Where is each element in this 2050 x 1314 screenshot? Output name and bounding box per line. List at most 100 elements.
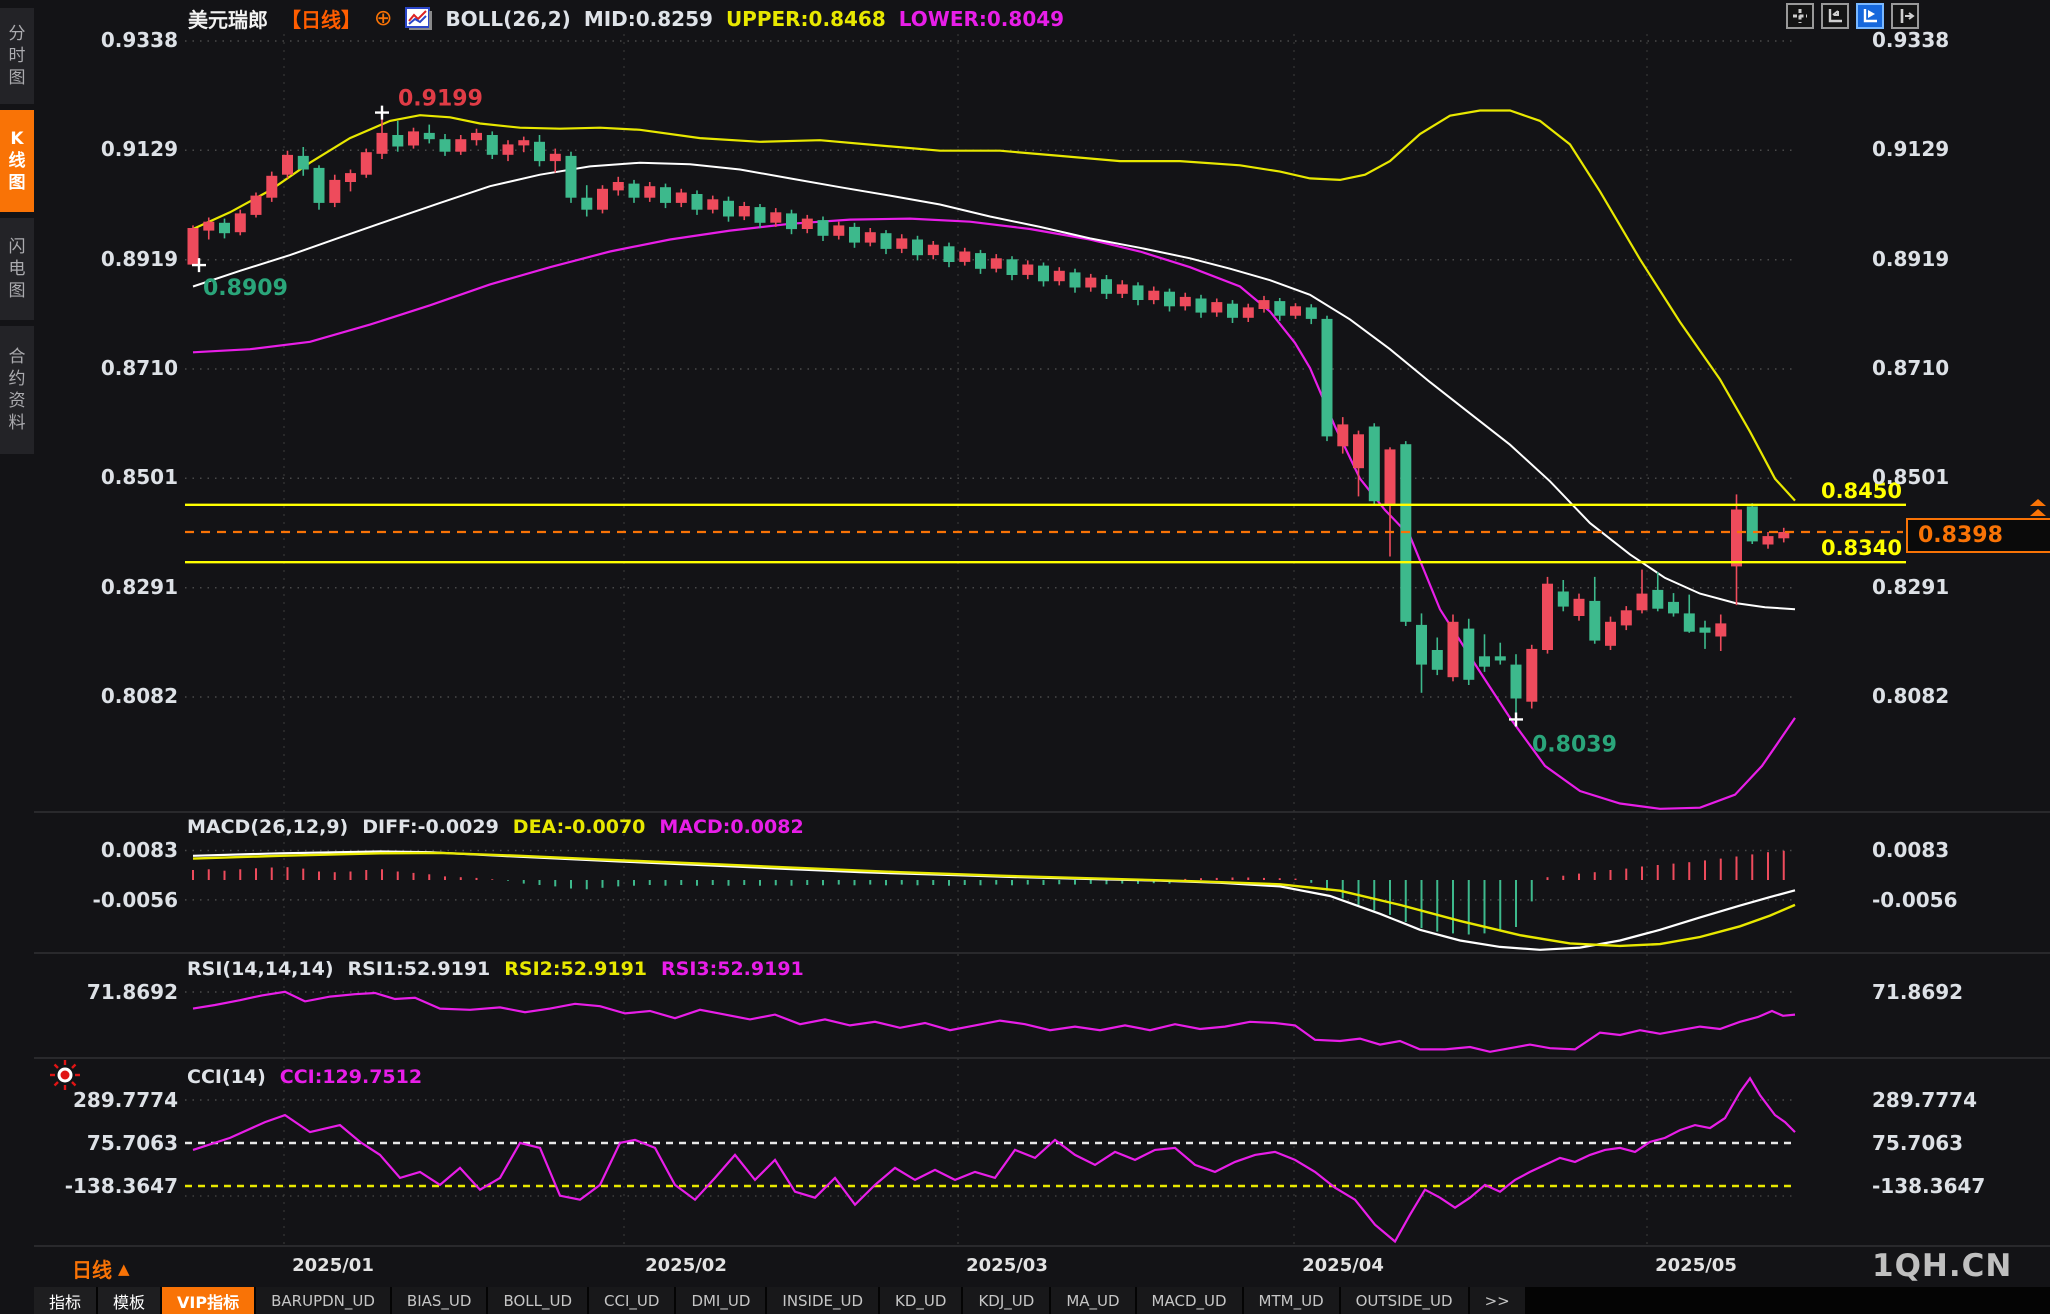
x-axis-month-label: 2025/03 xyxy=(966,1255,1048,1276)
candle-body xyxy=(1101,279,1112,294)
tab-outside_ud[interactable]: OUTSIDE_UD xyxy=(1340,1287,1468,1314)
candle-body xyxy=(1274,301,1286,316)
candle-body xyxy=(1431,650,1443,670)
candle-body xyxy=(833,225,845,236)
tab-kdj_ud[interactable]: KDJ_UD xyxy=(963,1287,1050,1314)
tab-kd_ud[interactable]: KD_UD xyxy=(880,1287,962,1314)
candle-body xyxy=(1227,303,1238,318)
sidebar-item-2[interactable]: K线图 xyxy=(0,110,34,212)
candle-body xyxy=(1242,307,1254,318)
triangle-up-icon: ▲ xyxy=(118,1259,130,1278)
kline-chart-icon[interactable] xyxy=(405,7,433,30)
price-line-label: 0.8340 xyxy=(1821,536,1902,560)
candle-body xyxy=(250,195,262,215)
period-selector[interactable]: 日线 ▲ xyxy=(72,1254,130,1283)
candle-body xyxy=(1038,265,1049,282)
symbol-name: 美元瑞郎 xyxy=(188,8,268,32)
rsi-title[interactable]: RSI(14,14,14) xyxy=(187,958,334,980)
candle-body xyxy=(660,187,671,203)
tab-boll_ud[interactable]: BOLL_UD xyxy=(488,1287,588,1314)
x-axis-month-label: 2025/01 xyxy=(292,1255,374,1276)
price-axis-label-right: 0.8501 xyxy=(1872,465,1950,489)
tab-inside_ud[interactable]: INSIDE_UD xyxy=(767,1287,879,1314)
macd-dea-value: DEA:-0.0070 xyxy=(512,816,646,838)
candle-body xyxy=(1557,591,1569,607)
macd-axis-label-left: -0.0056 xyxy=(92,888,178,912)
axis-play-icon[interactable] xyxy=(1856,3,1884,29)
candle-body xyxy=(1605,621,1616,646)
rsi-header: RSI(14,14,14) RSI1:52.9191 RSI2:52.9191 … xyxy=(187,958,804,980)
candle-body xyxy=(927,244,939,256)
price-axis-label-left: 0.8082 xyxy=(100,684,178,708)
rsi2-value: RSI2:52.9191 xyxy=(504,958,648,980)
candle-body xyxy=(1211,302,1223,313)
chart-canvas[interactable]: 0.84500.83400.91990.89090.8039 xyxy=(0,0,2050,1314)
candle-body xyxy=(1542,583,1553,650)
candle-body xyxy=(644,186,656,198)
candle-body xyxy=(880,233,892,249)
candle-body xyxy=(1258,300,1270,309)
candle-body xyxy=(1069,272,1081,288)
candle-body xyxy=(1053,270,1065,282)
sidebar-item-1[interactable]: 分时图 xyxy=(0,8,34,104)
tab-macd_ud[interactable]: MACD_UD xyxy=(1136,1287,1242,1314)
tab-vip[interactable]: VIP指标 xyxy=(162,1287,255,1314)
tab-mtm_ud[interactable]: MTM_UD xyxy=(1243,1287,1339,1314)
move-tool-icon[interactable] xyxy=(1786,3,1814,29)
tab-[interactable]: 模板 xyxy=(98,1287,161,1314)
tab-ma_ud[interactable]: MA_UD xyxy=(1051,1287,1135,1314)
price-axis-label-left: 0.8919 xyxy=(100,247,178,271)
candle-body xyxy=(1447,621,1459,678)
candle-body xyxy=(329,179,341,203)
rsi-axis-label-right: 71.8692 xyxy=(1872,980,1964,1004)
sidebar-item-3[interactable]: 闪电图 xyxy=(0,218,34,320)
candle-body xyxy=(786,213,797,230)
trough-marker-label: 0.8039 xyxy=(1532,733,1617,758)
candle-body xyxy=(675,192,687,203)
macd-axis-label-right: -0.0056 xyxy=(1872,888,1958,912)
axis-shift-icon[interactable] xyxy=(1891,3,1919,29)
tab-cci_ud[interactable]: CCI_UD xyxy=(589,1287,675,1314)
candle-body xyxy=(1416,624,1427,665)
boll-lower-value: LOWER:0.8049 xyxy=(898,6,1065,31)
candle-body xyxy=(1164,291,1175,307)
candle-body xyxy=(817,220,829,236)
candle-body xyxy=(439,139,451,152)
cci-axis-label-left: 289.7774 xyxy=(72,1088,178,1112)
tab-[interactable]: 指标 xyxy=(34,1287,97,1314)
crosshair-target-icon[interactable]: ⊕ xyxy=(374,6,392,31)
candle-body xyxy=(1589,600,1601,641)
candle-body xyxy=(1746,506,1758,542)
cci-axis-label-left: -138.3647 xyxy=(64,1174,178,1198)
sidebar-item-4[interactable]: 合约资料 xyxy=(0,326,34,454)
tab-barupdn_ud[interactable]: BARUPDN_UD xyxy=(256,1287,390,1314)
cci-title[interactable]: CCI(14) xyxy=(187,1066,266,1088)
candle-body xyxy=(754,207,766,223)
candle-body xyxy=(1353,434,1364,469)
extreme-marker-cross xyxy=(375,105,389,120)
tab-[interactable]: >> xyxy=(1469,1287,1525,1314)
macd-title[interactable]: MACD(26,12,9) xyxy=(187,816,348,838)
axis-scale-icon[interactable] xyxy=(1821,3,1849,29)
period-tag[interactable]: 【日线】 xyxy=(281,4,361,33)
candle-body xyxy=(345,173,356,182)
candle-body xyxy=(723,200,734,217)
candle-body xyxy=(502,144,514,155)
chart-toolbar xyxy=(1786,3,1919,29)
cci-axis-label-right: 75.7063 xyxy=(1872,1131,1964,1155)
candle-body xyxy=(376,132,388,154)
candle-body xyxy=(282,154,293,175)
tab-dmi_ud[interactable]: DMI_UD xyxy=(676,1287,766,1314)
chart-header: 美元瑞郎 【日线】 ⊕ BOLL(26,2) MID:0.8259 UPPER:… xyxy=(188,4,1064,33)
extreme-marker-cross xyxy=(1509,712,1523,727)
candle-body xyxy=(455,139,467,152)
tab-bias_ud[interactable]: BIAS_UD xyxy=(391,1287,487,1314)
candle-body xyxy=(203,221,215,231)
candle-body xyxy=(1006,259,1018,275)
price-axis-label-right: 0.8710 xyxy=(1872,356,1950,380)
candle-body xyxy=(549,153,561,162)
rsi1-value: RSI1:52.9191 xyxy=(347,958,491,980)
candle-body xyxy=(423,132,435,140)
candle-body xyxy=(1573,598,1585,616)
candle-body xyxy=(896,238,908,249)
